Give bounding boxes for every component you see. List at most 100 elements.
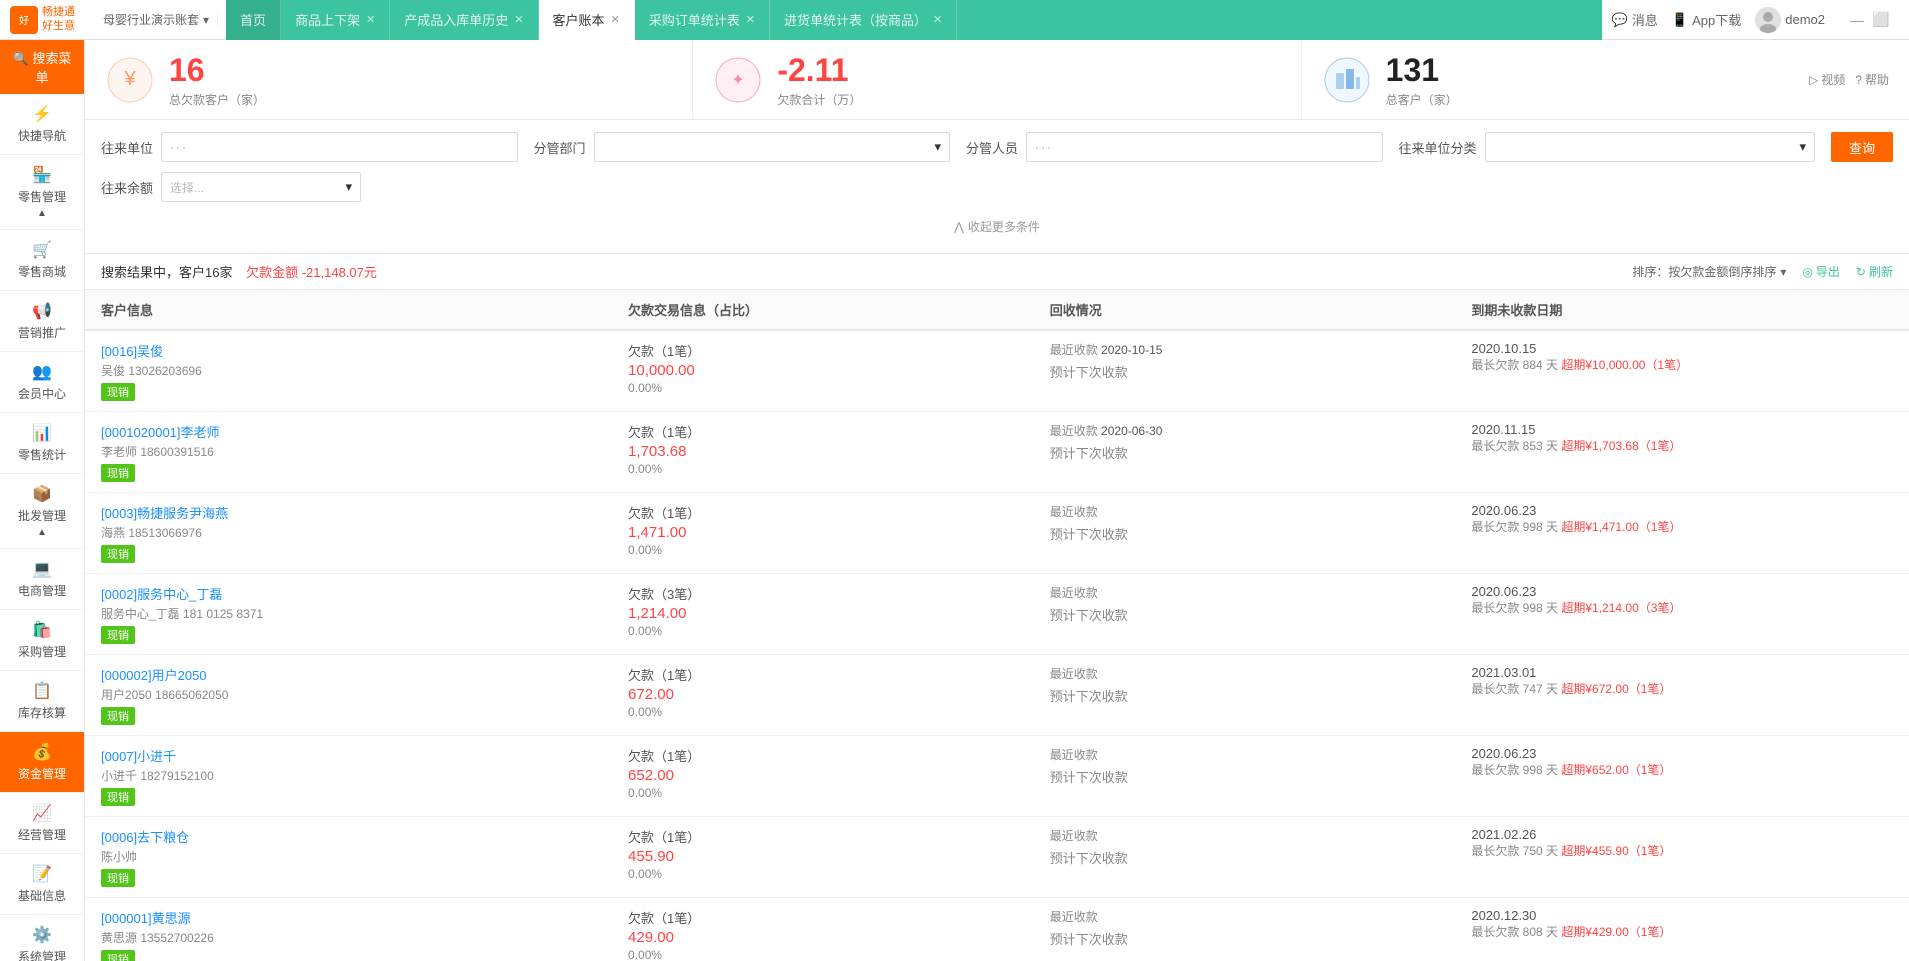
sidebar-item-system[interactable]: ⚙️系统管理 [0,915,84,961]
search-icon: 🔍 [13,51,29,66]
sidebar-item-member-center[interactable]: 👥会员中心 [0,352,84,413]
tab-product-status[interactable]: 商品上下架✕ [281,0,390,40]
debt-amount-5[interactable]: 652.00 [628,767,1050,784]
from-unit-input[interactable]: ··· [161,132,517,162]
debt-percent-6: 0.00% [628,867,1050,881]
overdue-link-2[interactable]: 超期¥1,471.00（1笔） [1561,520,1681,534]
overdue-link-7[interactable]: 超期¥429.00（1笔） [1561,925,1671,939]
debt-amount-2[interactable]: 1,471.00 [628,524,1050,541]
refresh-btn[interactable]: ↻ 刷新 [1856,263,1893,280]
person-input[interactable]: ··· [1026,132,1382,162]
debt-amount-6[interactable]: 455.90 [628,848,1050,865]
due-cell-3: 2020.06.23 最长欠款 998 天 超期¥1,214.00（3笔） [1471,584,1893,616]
overdue-link-1[interactable]: 超期¥1,703.68（1笔） [1561,439,1681,453]
table-row: [0002]服务中心_丁磊 服务中心_丁磊 181 0125 8371 现销 欠… [85,574,1909,655]
customer-name-0[interactable]: [0016]吴俊 [101,341,628,360]
due-days-3: 最长欠款 998 天 超期¥1,214.00（3笔） [1471,599,1893,616]
customer-name-2[interactable]: [0003]畅捷服务尹海燕 [101,503,628,522]
customer-name-3[interactable]: [0002]服务中心_丁磊 [101,584,628,603]
overdue-link-4[interactable]: 超期¥672.00（1笔） [1561,682,1671,696]
customer-name-4[interactable]: [000002]用户2050 [101,665,628,684]
debt-amount-7[interactable]: 429.00 [628,929,1050,946]
sidebar-item-marketing[interactable]: 📢营销推广 [0,291,84,352]
logo-area: 好 畅捷通 好生意 [10,6,95,34]
sidebar-item-label: 快捷导航 [18,127,66,144]
tab-close-icon[interactable]: ✕ [611,13,620,26]
export-btn[interactable]: ◎ 导出 [1802,263,1840,280]
overdue-link-3[interactable]: 超期¥1,214.00（3笔） [1561,601,1681,615]
sidebar-item-retail-mgmt[interactable]: 🏪零售管理▲ [0,155,84,230]
unit-category-select[interactable]: ▾ [1485,132,1815,162]
due-cell-6: 2021.02.26 最长欠款 750 天 超期¥455.90（1笔） [1471,827,1893,859]
sidebar-item-retail-stats[interactable]: 📊零售统计 [0,413,84,474]
tab-product-history[interactable]: 产成品入库单历史 ✕ [390,0,538,40]
view-btn[interactable]: ▷ 视频 [1809,71,1845,88]
sidebar-item-quick-nav[interactable]: ⚡快捷导航 [0,94,84,155]
tab-close-icon[interactable]: ✕ [933,13,942,26]
help-btn[interactable]: ? 帮助 [1855,71,1889,88]
debt-cell-4: 欠款（1笔） 672.00 0.00% [628,665,1050,719]
nav-icon-operation: 📈 [32,803,52,823]
sidebar-item-label: 营销推广 [18,324,66,341]
balance-select[interactable]: 选择... ▾ [161,172,361,202]
sidebar-item-inventory[interactable]: 📋库存核算 [0,671,84,732]
customer-phone-4: 用户2050 18665062050 [101,686,628,703]
debt-count-4: 欠款（1笔） [628,665,1050,684]
customer-phone-0: 吴俊 13026203696 [101,362,628,379]
customer-tag-0: 现销 [101,383,135,401]
search-button[interactable]: 查询 [1831,132,1893,162]
tab-purchase-stats[interactable]: 进货单统计表（按商品）✕ [770,0,957,40]
tab-home[interactable]: 首页 [226,0,281,40]
customer-phone-1: 李老师 18600391516 [101,443,628,460]
collapse-btn[interactable]: ⋀ 收起更多条件 [101,212,1893,241]
logo-text: 畅捷通 好生意 [42,6,75,32]
next-payment-2: 预计下次收款 [1050,524,1472,543]
app-download-btn[interactable]: 📱 App下载 [1672,10,1741,29]
debt-percent-2: 0.00% [628,543,1050,557]
debt-amount-4[interactable]: 672.00 [628,686,1050,703]
sort-select[interactable]: 排序：按欠款金额倒序排序 ▾ [1632,263,1786,280]
sidebar-item-basic-info[interactable]: 📝基础信息 [0,854,84,915]
sidebar-item-purchase-mgmt[interactable]: 🛍️采购管理 [0,610,84,671]
customer-info-cell: [0003]畅捷服务尹海燕 海燕 18513066976 现销 [101,503,628,563]
tab-close-icon[interactable]: ✕ [366,13,375,26]
tab-purchase-order[interactable]: 采购订单统计表✕ [635,0,770,40]
table-container: 客户信息欠款交易信息（占比）回收情况到期未收款日期 [0016]吴俊 吴俊 13… [85,290,1909,961]
tab-close-icon[interactable]: ✕ [746,13,755,26]
customer-name-6[interactable]: [0006]去下粮仓 [101,827,628,846]
sidebar-item-finance[interactable]: 💰资金管理 [0,732,84,793]
overdue-link-5[interactable]: 超期¥652.00（1笔） [1561,763,1671,777]
debt-cell-3: 欠款（3笔） 1,214.00 0.00% [628,584,1050,638]
due-days-6: 最长欠款 750 天 超期¥455.90（1笔） [1471,842,1893,859]
sidebar-item-ecommerce[interactable]: 💻电商管理 [0,549,84,610]
user-avatar-btn[interactable]: demo2 [1755,7,1825,33]
debt-amount-0[interactable]: 10,000.00 [628,362,1050,379]
customer-name-5[interactable]: [0007]小进千 [101,746,628,765]
customer-info-cell: [0006]去下粮仓 陈小帅 现销 [101,827,628,887]
sidebar-item-operation[interactable]: 📈经营管理 [0,793,84,854]
customer-phone-6: 陈小帅 [101,848,628,865]
sidebar-item-label: 批发管理 [18,507,66,524]
nav-icon-batch-mgmt: 📦 [32,484,52,504]
message-btn[interactable]: 💬 消息 [1612,10,1658,29]
store-selector[interactable]: 母婴行业演示账套 ▾ [95,11,218,28]
customer-info-cell: [0016]吴俊 吴俊 13026203696 现销 [101,341,628,401]
sidebar-item-retail-mall[interactable]: 🛒零售商城 [0,230,84,291]
stat-label-2: 欠款合计（万） [777,91,1280,108]
overdue-link-6[interactable]: 超期¥455.90（1笔） [1561,844,1671,858]
table-header-col-1: 欠款交易信息（占比） [628,300,1050,319]
dept-select[interactable]: ▾ [594,132,950,162]
debt-amount-3[interactable]: 1,214.00 [628,605,1050,622]
debt-percent-7: 0.00% [628,948,1050,961]
overdue-link-0[interactable]: 超期¥10,000.00（1笔） [1561,358,1688,372]
tab-close-icon[interactable]: ✕ [514,13,523,26]
sidebar-item-batch-mgmt[interactable]: 📦批发管理▲ [0,474,84,549]
debt-amount-1[interactable]: 1,703.68 [628,443,1050,460]
customer-name-7[interactable]: [000001]黄思源 [101,908,628,927]
maximize-btn[interactable]: ⬜ [1873,12,1889,28]
customer-name-1[interactable]: [0001020001]李老师 [101,422,628,441]
sidebar-search[interactable]: 🔍 搜索菜单 [0,40,84,94]
tab-customer-account[interactable]: 客户账本✕ [539,0,635,40]
tab-label: 产成品入库单历史 [404,10,508,29]
minimize-btn[interactable]: — [1849,12,1865,28]
